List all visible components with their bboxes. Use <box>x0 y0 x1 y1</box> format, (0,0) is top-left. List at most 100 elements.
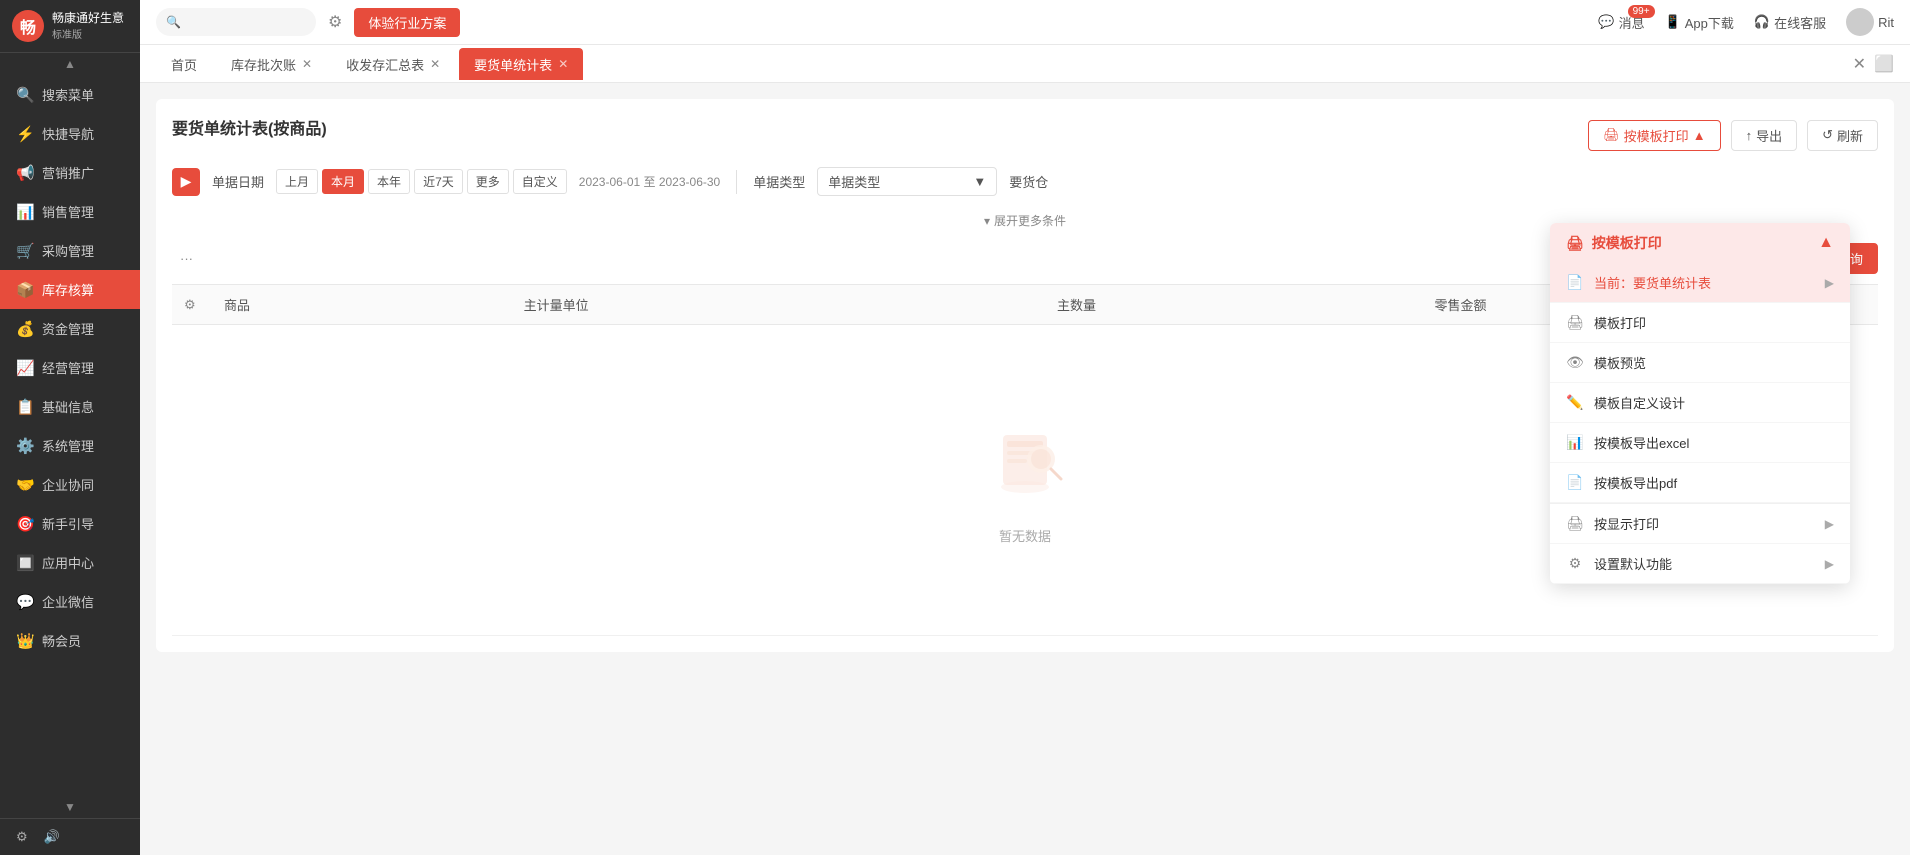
sidebar-item-quick-nav[interactable]: ⚡ 快捷导航 <box>0 114 140 153</box>
sidebar-item-sales[interactable]: 📊 销售管理 <box>0 192 140 231</box>
gear-icon[interactable]: ⚙ <box>328 12 342 32</box>
sidebar-item-search-label: 搜索菜单 <box>42 85 94 104</box>
app-download-item[interactable]: 📱 App下载 <box>1665 13 1734 32</box>
sound-icon[interactable]: 🔊 <box>44 829 60 845</box>
table-col-settings[interactable]: ⚙ <box>172 285 212 325</box>
dropdown-default-fn-icon: ⚙ <box>1566 555 1584 572</box>
dropdown-item-template-preview[interactable]: 👁 模板预览 <box>1550 343 1850 383</box>
tab-order-label: 要货单统计表 <box>474 55 552 74</box>
dropdown-item-export-excel-label: 按模板导出excel <box>1594 433 1689 452</box>
sidebar-item-inventory-label: 库存核算 <box>42 280 94 299</box>
sidebar-scroll-down[interactable]: ▼ <box>0 796 140 818</box>
print-chevron-icon: ▲ <box>1693 128 1706 143</box>
sidebar-item-wechat[interactable]: 💬 企业微信 <box>0 582 140 621</box>
tab-order-summary[interactable]: 要货单统计表 ✕ <box>459 48 583 80</box>
sidebar-item-basic[interactable]: 📋 基础信息 <box>0 387 140 426</box>
logo-subtitle: 标准版 <box>52 26 124 41</box>
sidebar-item-member-label: 畅会员 <box>42 631 81 650</box>
sidebar-scroll-up[interactable]: ▲ <box>0 53 140 75</box>
tab-batch-close[interactable]: ✕ <box>302 57 312 71</box>
sidebar-item-search[interactable]: 🔍 搜索菜单 <box>0 75 140 114</box>
filter-expand-btn[interactable]: ▶ <box>172 168 200 196</box>
tab-collection-summary[interactable]: 收发存汇总表 ✕ <box>331 48 455 80</box>
print-btn[interactable]: 🖨 按模板打印 ▲ <box>1588 120 1720 151</box>
wechat-icon: 💬 <box>16 593 34 611</box>
date-btn-last-month[interactable]: 上月 <box>276 169 318 194</box>
tab-batch-account[interactable]: 库存批次账 ✕ <box>216 48 327 80</box>
sidebar-item-newbie-label: 新手引导 <box>42 514 94 533</box>
dropdown-item-default-fn-expand: ▶ <box>1825 557 1834 571</box>
dropdown-item-current[interactable]: 📄 当前：要货单统计表 ▶ <box>1550 263 1850 303</box>
sidebar-item-system[interactable]: ⚙️ 系统管理 <box>0 426 140 465</box>
table-col-quantity: 主数量 <box>1045 285 1423 325</box>
sidebar-item-finance[interactable]: 💰 资金管理 <box>0 309 140 348</box>
date-range-text: 2023-06-01 至 2023-06-30 <box>579 173 720 190</box>
dropdown-item-default-fn[interactable]: ⚙ 设置默认功能 ▶ <box>1550 544 1850 584</box>
date-btn-7days[interactable]: 近7天 <box>414 169 463 194</box>
sidebar-item-finance-label: 资金管理 <box>42 319 94 338</box>
dropdown-item-template-print-label: 模板打印 <box>1594 313 1646 332</box>
date-btn-more[interactable]: 更多 <box>467 169 509 194</box>
dropdown-item-template-print[interactable]: 🖨 模板打印 <box>1550 303 1850 343</box>
newbie-icon: 🎯 <box>16 515 34 533</box>
refresh-btn[interactable]: ↺ 刷新 <box>1807 120 1878 151</box>
trial-button[interactable]: 体验行业方案 <box>354 8 460 37</box>
topbar-search[interactable]: 🔍 <box>156 8 316 36</box>
toolbar-more-dots[interactable]: ··· <box>172 247 201 270</box>
purchase-icon: 🛒 <box>16 242 34 260</box>
sidebar-item-member[interactable]: 👑 畅会员 <box>0 621 140 660</box>
settings-icon[interactable]: ⚙ <box>16 829 28 845</box>
order-type-select-label: 单据类型 <box>828 172 880 191</box>
table-settings-icon[interactable]: ⚙ <box>184 297 196 312</box>
sidebar-item-marketing[interactable]: 📢 营销推广 <box>0 153 140 192</box>
main-area: 🔍 ⚙ 体验行业方案 💬 消息 99+ 📱 App下载 🎧 在线客服 Rit <box>140 0 1910 855</box>
sidebar-item-sales-label: 销售管理 <box>42 202 94 221</box>
print-icon: 🖨 <box>1603 127 1620 143</box>
message-item[interactable]: 💬 消息 99+ <box>1598 13 1644 32</box>
online-service-item[interactable]: 🎧 在线客服 <box>1754 13 1826 32</box>
sidebar-item-inventory[interactable]: 📦 库存核算 <box>0 270 140 309</box>
tab-order-close[interactable]: ✕ <box>558 57 568 71</box>
sidebar-item-wechat-label: 企业微信 <box>42 592 94 611</box>
dropdown-item-export-excel[interactable]: 📊 按模板导出excel <box>1550 423 1850 463</box>
dropdown-item-template-design[interactable]: ✏️ 模板自定义设计 <box>1550 383 1850 423</box>
date-btn-this-year[interactable]: 本年 <box>368 169 410 194</box>
dropdown-item-display-print[interactable]: 🖨 按显示打印 ▶ <box>1550 504 1850 544</box>
order-type-label: 单据类型 <box>753 172 805 191</box>
service-icon: 🎧 <box>1754 14 1770 30</box>
export-btn[interactable]: ↑ 导出 <box>1731 120 1798 151</box>
sidebar-item-purchase[interactable]: 🛒 采购管理 <box>0 231 140 270</box>
dropdown-close-btn[interactable]: ▲ <box>1818 234 1834 252</box>
dropdown-template-design-icon: ✏️ <box>1566 394 1584 411</box>
tab-maximize-icon[interactable]: ⬜ <box>1874 54 1894 74</box>
user-avatar-item[interactable]: Rit <box>1846 8 1894 36</box>
tab-home[interactable]: 首页 <box>156 48 212 80</box>
empty-text: 暂无数据 <box>999 526 1051 545</box>
date-options: 上月 本月 本年 近7天 更多 自定义 <box>276 169 567 194</box>
dropdown-export-pdf-icon: 📄 <box>1566 474 1584 491</box>
sidebar-item-operation[interactable]: 📈 经营管理 <box>0 348 140 387</box>
dropdown-item-template-design-label: 模板自定义设计 <box>1594 393 1685 412</box>
print-btn-label: 按模板打印 <box>1624 126 1689 145</box>
dropdown-item-export-pdf[interactable]: 📄 按模板导出pdf <box>1550 463 1850 503</box>
marketing-icon: 📢 <box>16 164 34 182</box>
topbar: 🔍 ⚙ 体验行业方案 💬 消息 99+ 📱 App下载 🎧 在线客服 Rit <box>140 0 1910 45</box>
apps-icon: 🔲 <box>16 554 34 572</box>
dropdown-item-current-expand: ▶ <box>1825 276 1834 290</box>
sidebar-item-enterprise[interactable]: 🤝 企业协同 <box>0 465 140 504</box>
sidebar-item-quick-label: 快捷导航 <box>42 124 94 143</box>
sidebar-item-apps[interactable]: 🔲 应用中心 <box>0 543 140 582</box>
sidebar-item-newbie[interactable]: 🎯 新手引导 <box>0 504 140 543</box>
app-icon: 📱 <box>1665 14 1681 30</box>
member-icon: 👑 <box>16 632 34 650</box>
date-btn-custom[interactable]: 自定义 <box>513 169 567 194</box>
date-btn-this-month[interactable]: 本月 <box>322 169 364 194</box>
tab-close-all-icon[interactable]: ✕ <box>1853 54 1866 74</box>
tab-collection-close[interactable]: ✕ <box>430 57 440 71</box>
expand-more-label: 展开更多条件 <box>994 212 1066 229</box>
refresh-icon: ↺ <box>1822 127 1833 143</box>
dropdown-item-export-pdf-label: 按模板导出pdf <box>1594 473 1677 492</box>
order-type-select[interactable]: 单据类型 ▼ <box>817 167 997 196</box>
app-download-label: App下载 <box>1685 13 1734 32</box>
dropdown-item-current-label: 当前：要货单统计表 <box>1594 273 1711 292</box>
